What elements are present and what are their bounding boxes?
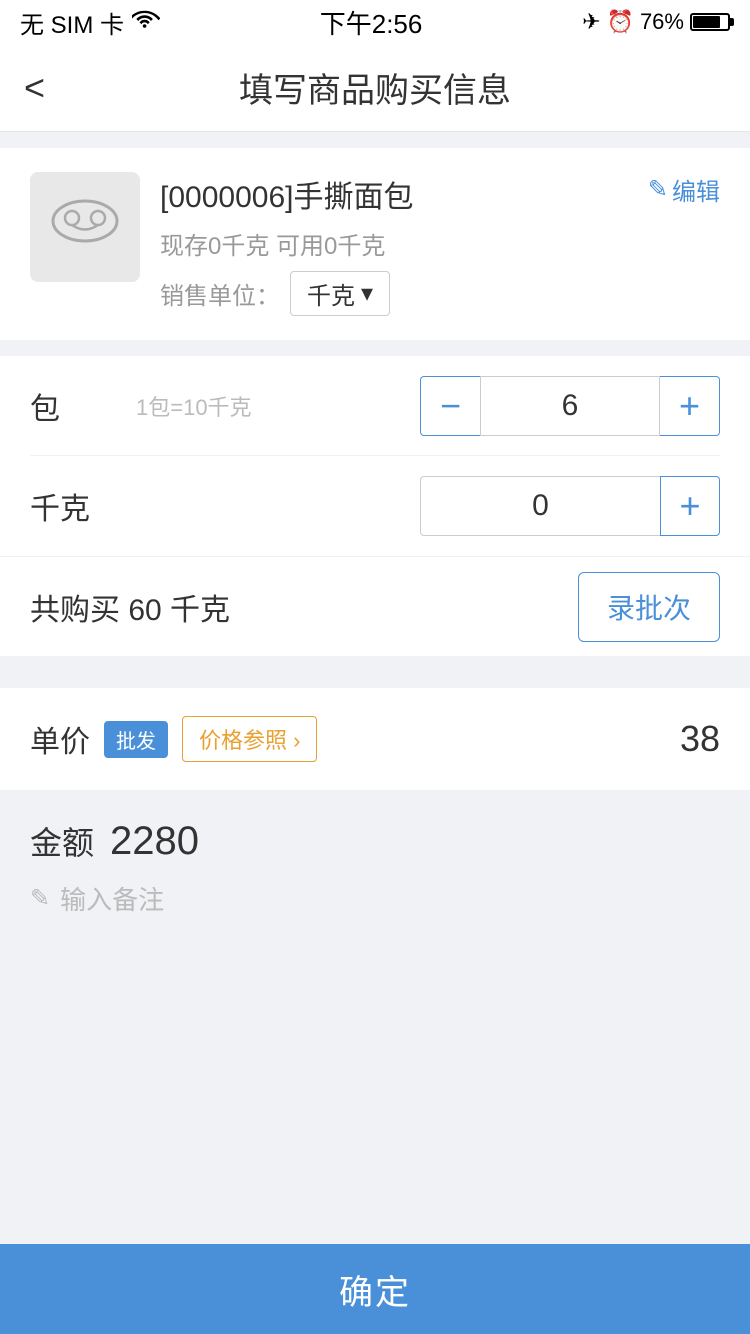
bag-decrement-button[interactable]: − — [420, 376, 480, 436]
nav-bar: < 填写商品购买信息 — [0, 44, 750, 132]
product-name: [0000006]手撕面包 — [160, 172, 413, 216]
empty-space — [0, 933, 750, 1213]
unit-select[interactable]: 千克 ▾ — [290, 271, 390, 316]
back-button[interactable]: < — [24, 67, 45, 109]
kg-input-row: 千克 + — [30, 456, 720, 556]
status-bar: 无 SIM 卡 下午2:56 ✈ ⏰ 76% — [0, 0, 750, 44]
status-left: 无 SIM 卡 — [20, 5, 160, 40]
divider-1 — [0, 340, 750, 356]
status-time: 下午2:56 — [320, 4, 423, 41]
wifi-icon — [132, 8, 160, 37]
bag-hint: 1包=10千克 — [136, 390, 252, 422]
bag-input-controls: − + — [420, 376, 720, 436]
amount-value: 2280 — [110, 819, 199, 864]
battery-icon — [690, 13, 730, 31]
amount-label: 金额 — [30, 818, 94, 864]
dropdown-icon: ▾ — [361, 279, 373, 308]
record-batch-button[interactable]: 录批次 — [578, 572, 720, 642]
bag-input-row: 包 1包=10千克 − + — [30, 356, 720, 456]
edit-button[interactable]: ✎ 编辑 — [648, 172, 720, 207]
location-icon: ✈ — [582, 9, 600, 35]
product-logo-icon — [50, 196, 120, 258]
product-stock: 现存0千克 可用0千克 — [160, 226, 720, 261]
status-right: ✈ ⏰ 76% — [582, 9, 730, 35]
price-section: 单价 批发 价格参照 › 38 — [0, 688, 750, 790]
amount-row: 金额 2280 — [30, 818, 720, 864]
price-label: 单价 — [30, 717, 90, 761]
unit-label: 销售单位： — [160, 276, 280, 311]
battery-percent: 76% — [640, 9, 684, 35]
product-thumbnail — [30, 172, 140, 282]
unit-value: 千克 — [307, 276, 355, 311]
amount-section: 金额 2280 ✎ 输入备注 — [0, 790, 750, 933]
product-card: [0000006]手撕面包 ✎ 编辑 现存0千克 可用0千克 销售单位： 千克 … — [0, 148, 750, 340]
pencil-icon: ✎ — [30, 884, 50, 913]
carrier-text: 无 SIM 卡 — [20, 5, 124, 40]
page-title: 填写商品购买信息 — [239, 63, 511, 112]
alarm-icon: ⏰ — [607, 9, 634, 35]
edit-icon: ✎ — [648, 175, 668, 204]
bag-label: 包 — [30, 384, 110, 428]
kg-increment-button[interactable]: + — [660, 476, 720, 536]
bag-increment-button[interactable]: + — [660, 376, 720, 436]
total-text: 共购买 60 千克 — [30, 585, 578, 629]
edit-label: 编辑 — [672, 172, 720, 207]
price-value: 38 — [680, 718, 720, 760]
price-type-tag: 批发 — [104, 721, 168, 758]
product-info: [0000006]手撕面包 ✎ 编辑 现存0千克 可用0千克 销售单位： 千克 … — [160, 172, 720, 316]
price-reference-button[interactable]: 价格参照 › — [182, 716, 317, 762]
remark-placeholder: 输入备注 — [60, 880, 164, 917]
product-unit-row: 销售单位： 千克 ▾ — [160, 271, 720, 316]
total-row: 共购买 60 千克 录批次 — [0, 556, 750, 656]
bag-input[interactable] — [480, 376, 660, 436]
price-row: 单价 批发 价格参照 › 38 — [30, 716, 720, 762]
remark-row[interactable]: ✎ 输入备注 — [30, 880, 720, 917]
kg-label: 千克 — [30, 484, 110, 528]
divider-2 — [0, 656, 750, 672]
input-section: 包 1包=10千克 − + 千克 + — [0, 356, 750, 556]
confirm-button[interactable]: 确定 — [0, 1244, 750, 1334]
kg-input-controls: + — [420, 476, 720, 536]
kg-input[interactable] — [420, 476, 660, 536]
